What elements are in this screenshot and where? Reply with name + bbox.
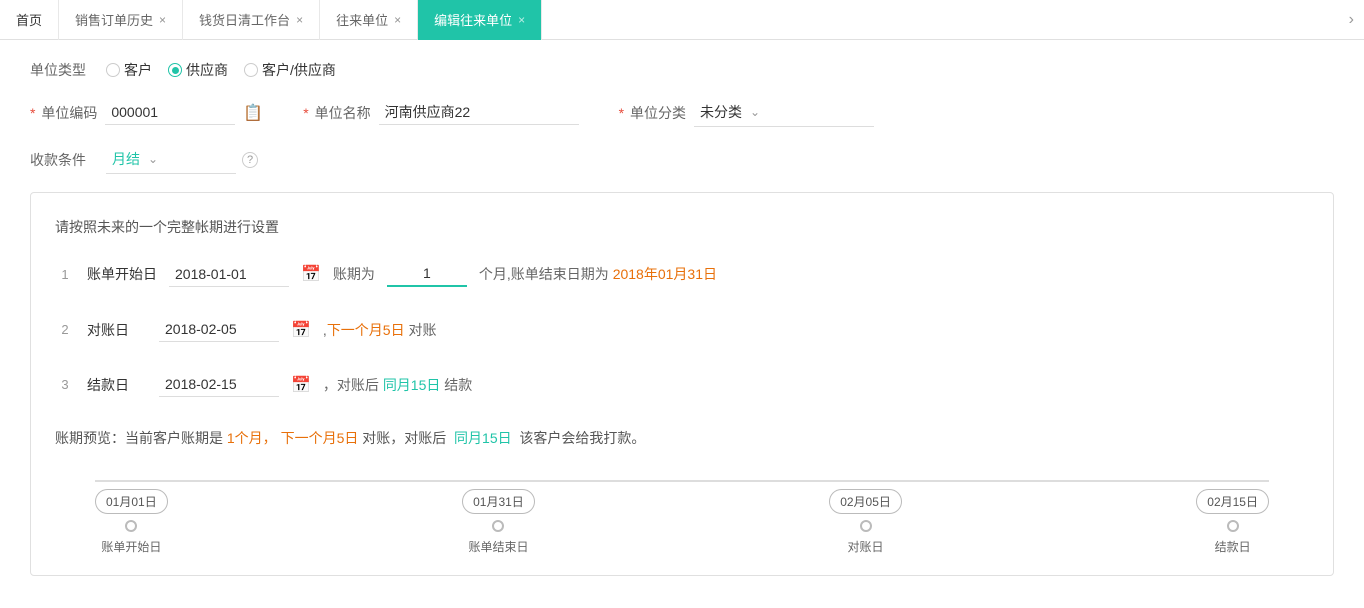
tab-sales-history[interactable]: 销售订单历史 × <box>59 0 183 40</box>
next-month-label: 下一个月5日 <box>327 322 405 338</box>
reconcile-suffix: ,下一个月5日 对账 <box>323 320 437 340</box>
timeline-dot-3 <box>1227 520 1239 532</box>
radio-customer-supplier-circle <box>244 63 258 77</box>
timeline-dot-2 <box>860 520 872 532</box>
payment-terms-label: 收款条件 <box>30 150 86 170</box>
unit-category-label: * 单位分类 <box>619 103 686 123</box>
reconcile-date-input[interactable] <box>159 317 279 342</box>
timeline-point-3: 02月15日结款日 <box>1196 489 1269 555</box>
radio-customer-supplier[interactable]: 客户/供应商 <box>244 60 336 80</box>
tabs-more-arrow[interactable]: › <box>1339 11 1364 29</box>
timeline-label-0: 账单开始日 <box>101 538 161 555</box>
payment-help-icon[interactable]: ? <box>242 152 258 168</box>
period-label-1: 账单开始日 <box>87 264 157 284</box>
months-input[interactable] <box>387 261 467 287</box>
start-date-calendar-icon[interactable]: 📅 <box>301 264 321 284</box>
period-num-2: 2 <box>55 322 75 337</box>
payment-terms-dropdown-container: 月结 ⌄ ? <box>106 145 258 174</box>
settle-date-input[interactable] <box>159 372 279 397</box>
months-suffix: 个月,账单结束日期为 2018年01月31日 <box>479 264 717 284</box>
panel-title: 请按照未来的一个完整帐期进行设置 <box>55 217 1309 237</box>
unit-code-label: * 单位编码 <box>30 103 97 123</box>
unit-type-label: 单位类型 <box>30 60 86 80</box>
close-tab-partner-unit[interactable]: × <box>394 13 401 27</box>
close-tab-sales-history[interactable]: × <box>159 13 166 27</box>
timeline-label-3: 结款日 <box>1215 538 1251 555</box>
timeline-badge-2: 02月05日 <box>829 489 902 514</box>
period-row-2: 2 对账日 📅 ,下一个月5日 对账 <box>55 317 1309 342</box>
preview-months: 1个月， <box>227 430 277 446</box>
period-row-3: 3 结款日 📅 ，对账后 同月15日 结款 <box>55 372 1309 397</box>
unit-name-input[interactable] <box>379 100 579 125</box>
radio-customer[interactable]: 客户 <box>106 60 152 80</box>
period-num-3: 3 <box>55 377 75 392</box>
timeline-point-1: 01月31日账单结束日 <box>462 489 535 555</box>
unit-info-row: * 单位编码 📋 * 单位名称 * 单位分类 未分类 ⌄ <box>30 98 1334 127</box>
reconcile-date-calendar-icon[interactable]: 📅 <box>291 320 311 340</box>
timeline-dot-0 <box>125 520 137 532</box>
timeline-point-2: 02月05日对账日 <box>829 489 902 555</box>
category-dropdown-arrow: ⌄ <box>750 105 760 119</box>
tab-edit-partner[interactable]: 编辑往来单位 × <box>418 0 542 40</box>
unit-category-group: * 单位分类 未分类 ⌄ <box>619 98 874 127</box>
unit-code-group: * 单位编码 📋 <box>30 100 263 125</box>
timeline-dot-1 <box>492 520 504 532</box>
radio-customer-circle <box>106 63 120 77</box>
timeline: 01月01日账单开始日 01月31日账单结束日 02月05日对账日 02月15日结款日 <box>55 469 1309 555</box>
preview-next: 下一个月5日 <box>281 430 359 446</box>
period-num-1: 1 <box>55 267 75 282</box>
preview-settle: 同月15日 <box>454 430 512 446</box>
unit-type-row: 单位类型 客户 供应商 客户/供应商 <box>30 60 1334 80</box>
unit-code-input[interactable] <box>105 100 235 125</box>
preview-text: 账期预览：当前客户账期是 1个月， 下一个月5日 对账，对账后 同月15日 该客… <box>55 427 1309 449</box>
tabs-bar: 首页 销售订单历史 × 钱货日清工作台 × 往来单位 × 编辑往来单位 × › <box>0 0 1364 40</box>
close-tab-cash-work[interactable]: × <box>296 13 303 27</box>
start-date-input[interactable] <box>169 262 289 287</box>
timeline-line <box>95 480 1269 482</box>
unit-category-dropdown[interactable]: 未分类 ⌄ <box>694 98 874 127</box>
timeline-badge-1: 01月31日 <box>462 489 535 514</box>
period-row-1: 1 账单开始日 📅 账期为 个月,账单结束日期为 2018年01月31日 <box>55 261 1309 287</box>
unit-type-radio-group: 客户 供应商 客户/供应商 <box>106 60 336 80</box>
timeline-point-0: 01月01日账单开始日 <box>95 489 168 555</box>
unit-name-label: * 单位名称 <box>303 103 370 123</box>
payment-terms-row: 收款条件 月结 ⌄ ? <box>30 145 1334 174</box>
settle-date-calendar-icon[interactable]: 📅 <box>291 375 311 395</box>
settle-suffix: ，对账后 同月15日 结款 <box>323 375 472 395</box>
payment-dropdown-arrow: ⌄ <box>148 152 158 166</box>
unit-name-group: * 单位名称 <box>303 100 578 125</box>
timeline-badge-3: 02月15日 <box>1196 489 1269 514</box>
main-content: 单位类型 客户 供应商 客户/供应商 * 单位编码 📋 <box>0 40 1364 608</box>
tab-home[interactable]: 首页 <box>0 0 59 40</box>
settings-panel: 请按照未来的一个完整帐期进行设置 1 账单开始日 📅 账期为 个月,账单结束日期… <box>30 192 1334 576</box>
unit-code-icon[interactable]: 📋 <box>243 103 263 123</box>
payment-terms-dropdown[interactable]: 月结 ⌄ <box>106 145 236 174</box>
period-label-3: 结款日 <box>87 375 147 395</box>
timeline-badge-0: 01月01日 <box>95 489 168 514</box>
tab-cash-work[interactable]: 钱货日清工作台 × <box>183 0 320 40</box>
radio-supplier[interactable]: 供应商 <box>168 60 228 80</box>
radio-supplier-circle <box>168 63 182 77</box>
end-date-display: 2018年01月31日 <box>613 266 717 282</box>
same-month-label: 同月15日 <box>383 377 441 393</box>
close-tab-edit-partner[interactable]: × <box>518 13 525 27</box>
timeline-label-2: 对账日 <box>848 538 884 555</box>
period-for-label: 账期为 <box>333 264 375 284</box>
tab-partner-unit[interactable]: 往来单位 × <box>320 0 418 40</box>
timeline-dots: 01月01日账单开始日 01月31日账单结束日 02月05日对账日 02月15日结款日 <box>55 489 1309 555</box>
period-label-2: 对账日 <box>87 320 147 340</box>
timeline-label-1: 账单结束日 <box>468 538 528 555</box>
